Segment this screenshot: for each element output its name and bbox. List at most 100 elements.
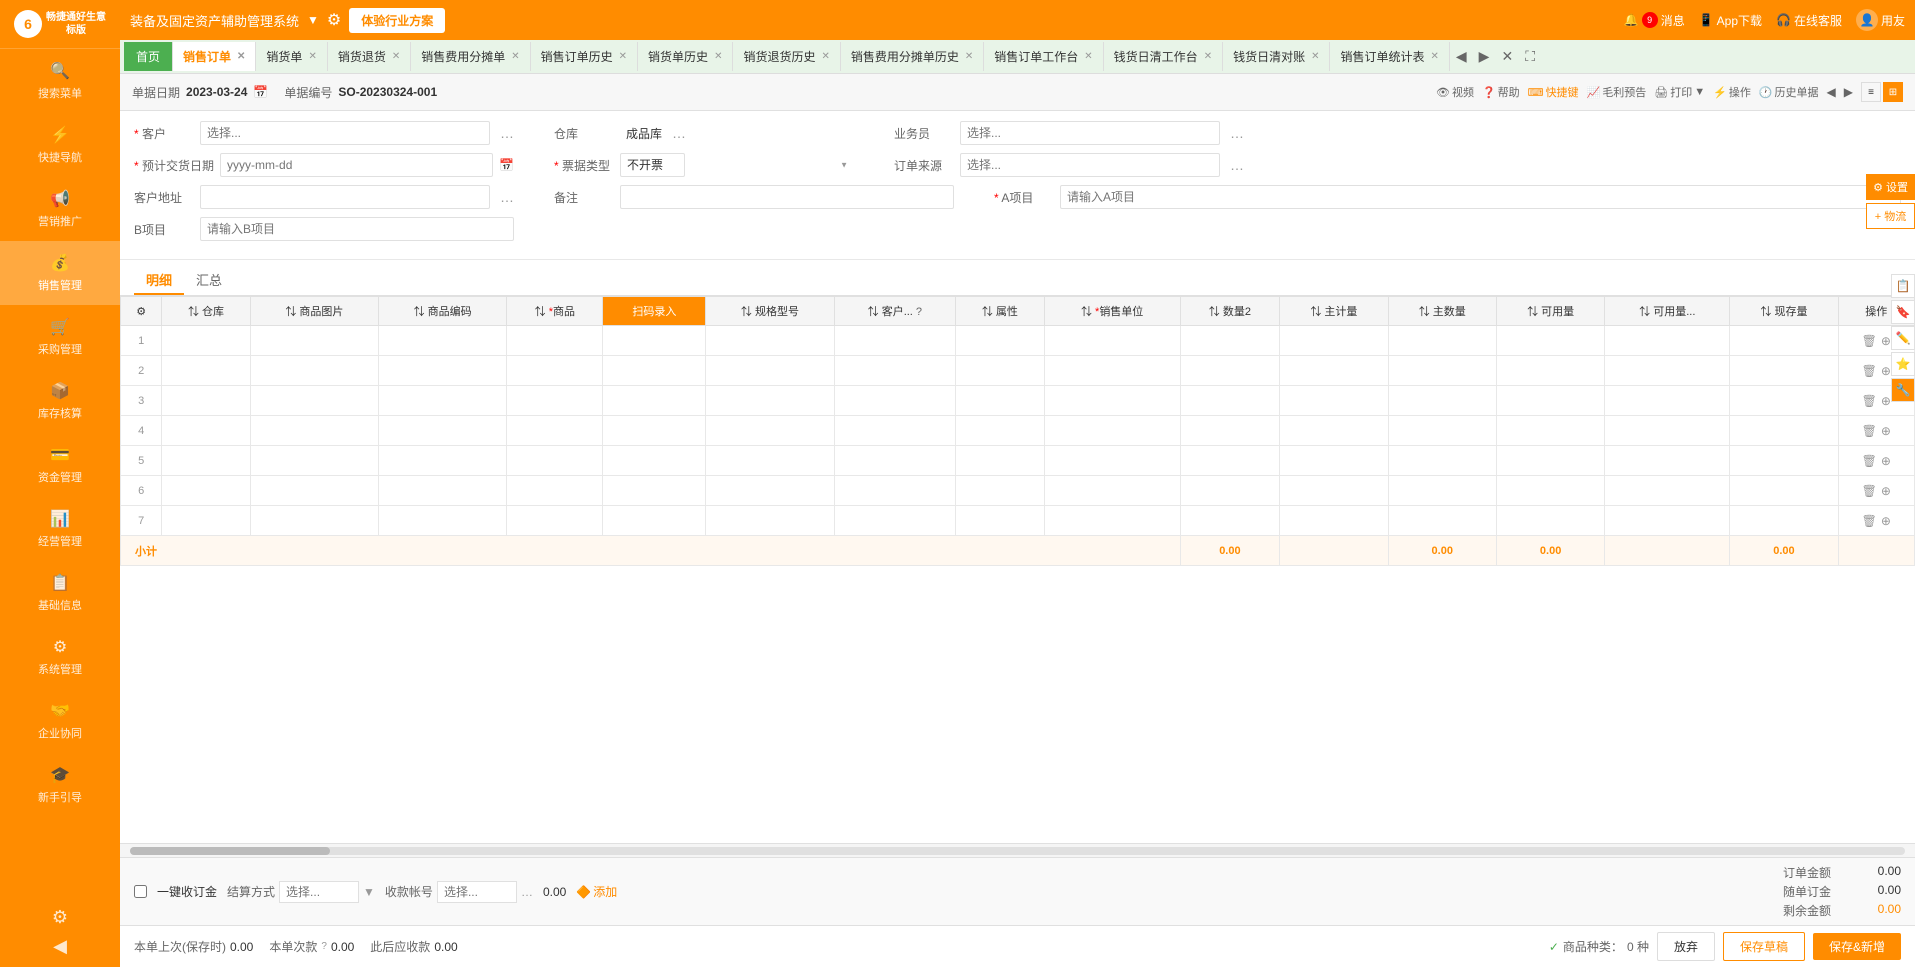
row-attr-6[interactable] — [956, 476, 1045, 506]
copy-icon-3[interactable]: ⊕ — [1881, 394, 1891, 408]
sidebar-settings-icon[interactable]: ⚙ — [52, 907, 68, 928]
row-available-7[interactable] — [1496, 506, 1604, 536]
row-code-7[interactable] — [379, 506, 507, 536]
delete-icon-6[interactable]: 🗑 — [1862, 484, 1877, 498]
row-scan-2[interactable] — [603, 356, 706, 386]
row-available2-5[interactable] — [1605, 446, 1730, 476]
sort-icon8[interactable]: ⇅ — [1081, 306, 1092, 318]
calendar2-icon[interactable]: 📅 — [499, 158, 514, 172]
online-service-button[interactable]: 🎧 在线客服 — [1776, 12, 1842, 29]
row-available2-3[interactable] — [1605, 386, 1730, 416]
row-image-2[interactable] — [250, 356, 378, 386]
discard-button[interactable]: 放弃 — [1657, 932, 1715, 961]
row-available2-1[interactable] — [1605, 326, 1730, 356]
sort-icon2[interactable]: ⇅ — [285, 306, 296, 318]
row-main-unit-5[interactable] — [1280, 446, 1388, 476]
tab-close4[interactable]: ✕ — [821, 51, 829, 62]
tab-reconcile[interactable]: 钱货日清对账 ✕ — [1223, 42, 1330, 71]
sort-icon4[interactable]: ⇅ — [535, 306, 546, 318]
operate-button[interactable]: ⚡ 操作 — [1713, 84, 1751, 100]
row-image-5[interactable] — [250, 446, 378, 476]
tab-sales-single-close[interactable]: ✕ — [308, 51, 316, 62]
row-product-5[interactable] — [507, 446, 603, 476]
row-customer-code-7[interactable] — [834, 506, 956, 536]
row-unit-7[interactable] — [1044, 506, 1180, 536]
row-unit-3[interactable] — [1044, 386, 1180, 416]
settings-panel-button[interactable]: ⚙ 设置 — [1866, 174, 1915, 200]
save-draft-button[interactable]: 保存草稿 — [1723, 932, 1805, 961]
row-qty2-4[interactable] — [1180, 416, 1280, 446]
row-image-1[interactable] — [250, 326, 378, 356]
row-unit-1[interactable] — [1044, 326, 1180, 356]
sidebar-item-quick-nav[interactable]: ⚡ 快捷导航 — [0, 113, 120, 177]
delete-icon-7[interactable]: 🗑 — [1862, 514, 1877, 528]
row-current-1[interactable] — [1730, 326, 1838, 356]
row-customer-code-1[interactable] — [834, 326, 956, 356]
sidebar-item-finance[interactable]: 💳 资金管理 — [0, 433, 120, 497]
row-warehouse-3[interactable] — [162, 386, 251, 416]
b-project-input[interactable] — [200, 217, 514, 241]
payment-method-arrow[interactable]: ▼ — [363, 885, 375, 899]
tab-close6[interactable]: ✕ — [1084, 51, 1092, 62]
row-available-5[interactable] — [1496, 446, 1604, 476]
row-unit-5[interactable] — [1044, 446, 1180, 476]
copy-icon-4[interactable]: ⊕ — [1881, 424, 1891, 438]
sort-icon3[interactable]: ⇅ — [414, 306, 425, 318]
row-code-1[interactable] — [379, 326, 507, 356]
panel-icon-2[interactable]: 🔖 — [1891, 300, 1915, 324]
row-warehouse-6[interactable] — [162, 476, 251, 506]
row-image-4[interactable] — [250, 416, 378, 446]
row-main-unit-6[interactable] — [1280, 476, 1388, 506]
row-code-5[interactable] — [379, 446, 507, 476]
row-attr-7[interactable] — [956, 506, 1045, 536]
row-scan-1[interactable] — [603, 326, 706, 356]
copy-icon-6[interactable]: ⊕ — [1881, 484, 1891, 498]
tab-expense-split[interactable]: 销售费用分摊单 ✕ — [411, 42, 530, 71]
tab-close-all-button[interactable]: ✕ — [1495, 44, 1519, 69]
tab-return-close[interactable]: ✕ — [392, 51, 400, 62]
row-current-3[interactable] — [1730, 386, 1838, 416]
calendar-icon[interactable]: 📅 — [253, 85, 268, 99]
salesperson-dots[interactable]: … — [1230, 125, 1244, 141]
grid-layout-button[interactable]: ⊞ — [1883, 82, 1903, 102]
row-code-2[interactable] — [379, 356, 507, 386]
order-source-dots[interactable]: … — [1230, 157, 1244, 173]
settings-icon[interactable]: ⚙ — [327, 10, 341, 30]
a-project-input[interactable] — [1060, 185, 1901, 209]
tab-prev-button[interactable]: ◀ — [1450, 44, 1473, 69]
row-attr-1[interactable] — [956, 326, 1045, 356]
row-image-7[interactable] — [250, 506, 378, 536]
account-dots[interactable]: … — [521, 885, 533, 899]
row-qty2-6[interactable] — [1180, 476, 1280, 506]
copy-icon-2[interactable]: ⊕ — [1881, 364, 1891, 378]
tab-order-workbench[interactable]: 销售订单工作台 ✕ — [984, 42, 1103, 71]
sidebar-item-basic-info[interactable]: 📋 基础信息 — [0, 561, 120, 625]
row-available-3[interactable] — [1496, 386, 1604, 416]
row-scan-3[interactable] — [603, 386, 706, 416]
tab-detail[interactable]: 明细 — [134, 266, 184, 295]
row-main-unit-1[interactable] — [1280, 326, 1388, 356]
salesperson-input[interactable] — [960, 121, 1220, 145]
row-current-7[interactable] — [1730, 506, 1838, 536]
add-button[interactable]: 🔶 添加 — [576, 883, 617, 900]
tab-sales-single[interactable]: 销货单 ✕ — [256, 42, 327, 71]
sort-icon10[interactable]: ⇅ — [1310, 306, 1321, 318]
row-customer-code-6[interactable] — [834, 476, 956, 506]
row-main-unit-7[interactable] — [1280, 506, 1388, 536]
tab-invoice-history[interactable]: 销货单历史 ✕ — [638, 42, 733, 71]
row-main-qty-7[interactable] — [1388, 506, 1496, 536]
row-available2-6[interactable] — [1605, 476, 1730, 506]
help-tooltip-icon[interactable]: ? — [916, 306, 922, 318]
next-record-icon[interactable]: ▶ — [1844, 85, 1853, 99]
row-available-6[interactable] — [1496, 476, 1604, 506]
view-button[interactable]: 👁 视频 — [1436, 84, 1474, 100]
warehouse-dots[interactable]: … — [672, 125, 686, 141]
tab-close3[interactable]: ✕ — [714, 51, 722, 62]
help-button[interactable]: ❓ 帮助 — [1482, 84, 1520, 100]
row-scan-7[interactable] — [603, 506, 706, 536]
tab-return-history[interactable]: 销货退货历史 ✕ — [733, 42, 840, 71]
order-source-input[interactable] — [960, 153, 1220, 177]
profit-button[interactable]: 📈 毛利预告 — [1587, 84, 1647, 100]
row-spec-4[interactable] — [706, 416, 834, 446]
row-spec-3[interactable] — [706, 386, 834, 416]
